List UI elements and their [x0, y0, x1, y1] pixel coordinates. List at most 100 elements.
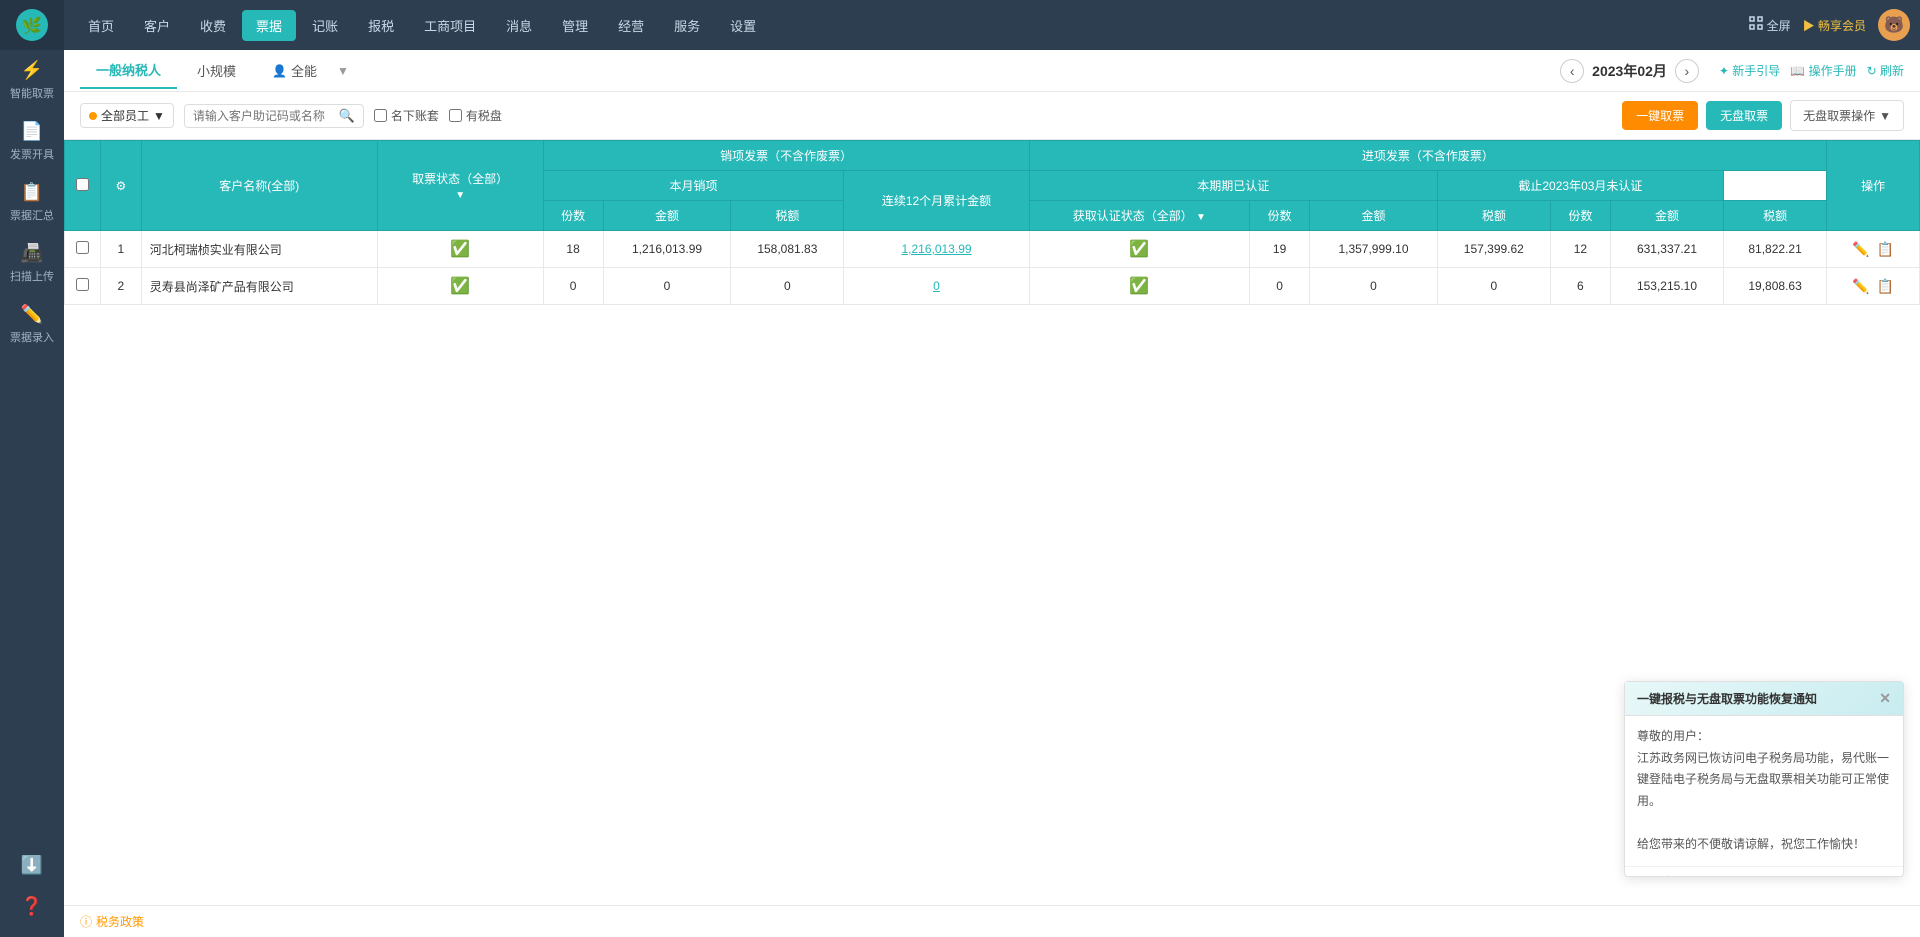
notification-header: 一键报税与无盘取票功能恢复通知 ✕: [1625, 682, 1903, 716]
topnav-service[interactable]: 服务: [660, 10, 714, 41]
tab-small[interactable]: 小规模: [181, 53, 252, 88]
topnav-business[interactable]: 工商项目: [410, 10, 490, 41]
table-row: 2 灵寿县尚泽矿产品有限公司 ✅ 0 0 0 0 ✅ 0 0 0 6 153,2…: [65, 268, 1920, 305]
topnav-invoice[interactable]: 票据: [242, 10, 296, 41]
sidebar-item-smart-fetch[interactable]: ⚡ 智能取票: [0, 50, 64, 111]
refresh-btn[interactable]: ↻ 刷新: [1867, 62, 1904, 79]
fax-icon: 📠: [21, 243, 43, 264]
topnav-manage[interactable]: 管理: [548, 10, 602, 41]
th-count3: 份数: [1550, 201, 1610, 231]
guide-btn[interactable]: ✦ 新手引导: [1719, 62, 1780, 79]
row-no: 1: [101, 231, 142, 268]
tab-all-icon: 👤: [272, 64, 287, 78]
sidebar-item-invoice-open[interactable]: 📄 发票开具: [0, 111, 64, 172]
th-settings: ⚙: [101, 141, 142, 231]
employee-select[interactable]: 全部员工 ▼: [80, 103, 174, 128]
tab-general[interactable]: 一般纳税人: [80, 52, 177, 89]
topnav-message[interactable]: 消息: [492, 10, 546, 41]
row-uncert-tax: 81,822.21: [1723, 231, 1826, 268]
row-checkbox[interactable]: [76, 278, 89, 291]
clipboard-icon: 📋: [21, 182, 43, 203]
tab-more-btn[interactable]: ▼: [337, 64, 349, 78]
prev-month-btn[interactable]: ‹: [1560, 59, 1584, 83]
row-cert-amount: 1,357,999.10: [1310, 231, 1438, 268]
topnav-operation[interactable]: 经营: [604, 10, 658, 41]
row-actions: ✏️ 📋: [1827, 268, 1920, 305]
tab-bar: 一般纳税人 小规模 👤 全能 ▼ ‹ 2023年02月 › ✦ 新手引导 📖: [64, 50, 1920, 92]
sidebar-item-download[interactable]: ⬇️: [0, 845, 64, 886]
sidebar-item-data-entry[interactable]: ✏️ 票据录入: [0, 294, 64, 355]
row-uncert-count: 6: [1550, 268, 1610, 305]
sidebar-item-invoice-summary[interactable]: 📋 票据汇总: [0, 172, 64, 233]
topnav-tax[interactable]: 报税: [354, 10, 408, 41]
row-checkbox-cell: [65, 231, 101, 268]
detail-icon[interactable]: 📋: [1877, 278, 1894, 294]
pencil-icon: ✏️: [21, 304, 43, 325]
sidebar-item-scan-upload[interactable]: 📠 扫描上传: [0, 233, 64, 294]
tax-policy-link[interactable]: ⓘ 税务政策: [80, 913, 144, 930]
checkbox-taxpad[interactable]: 有税盘: [449, 107, 502, 124]
row-checkbox[interactable]: [76, 241, 89, 254]
row-uncert-count: 12: [1550, 231, 1610, 268]
topnav-items: 首页 客户 收费 票据 记账 报税 工商项目 消息 管理 经营 服务 设置: [74, 10, 1749, 41]
sidebar-item-help[interactable]: ❓: [0, 886, 64, 927]
topnav-billing[interactable]: 收费: [186, 10, 240, 41]
help-icon: ❓: [21, 896, 43, 917]
th-count2: 份数: [1250, 201, 1310, 231]
topnav-settings[interactable]: 设置: [716, 10, 770, 41]
tab-all[interactable]: 👤 全能: [256, 53, 333, 88]
topnav-client[interactable]: 客户: [130, 10, 184, 41]
fullscreen-btn[interactable]: 全屏: [1749, 16, 1790, 34]
no-disk-btn[interactable]: 无盘取票: [1706, 101, 1782, 130]
checkbox-account[interactable]: 名下账套: [374, 107, 439, 124]
row-month-amount: 0: [603, 268, 731, 305]
toolbar-right: 一键取票 无盘取票 无盘取票操作 ▼: [1622, 100, 1904, 131]
th-tax1: 税额: [731, 201, 844, 231]
manual-btn[interactable]: 📖 操作手册: [1790, 62, 1856, 79]
main-table: ⚙ 客户名称(全部) 取票状态（全部） ▼ 销项发票（不含作废票） 进项发票（: [64, 140, 1920, 305]
th-count1: 份数: [543, 201, 603, 231]
sidebar: 🌿 ⚡ 智能取票 📄 发票开具 📋 票据汇总 📠 扫描上传 ✏️ 票据录入 ⬇️…: [0, 0, 64, 937]
row-12month: 0: [844, 268, 1029, 305]
row-month-amount: 1,216,013.99: [603, 231, 731, 268]
notification-close-btn[interactable]: ✕: [1879, 690, 1891, 707]
th-cert-filter[interactable]: ▼: [1196, 212, 1206, 223]
info-icon: ⓘ: [80, 913, 92, 930]
employee-dot: [89, 112, 97, 120]
12month-link[interactable]: 0: [933, 279, 940, 293]
toolbar: 全部员工 ▼ 🔍 名下账套 有税盘 一键取票 无盘取票 无盘取票操作 ▼: [64, 92, 1920, 140]
th-fetch-filter[interactable]: ▼: [455, 190, 465, 201]
select-all-checkbox[interactable]: [76, 178, 89, 191]
topnav-accounting[interactable]: 记账: [298, 10, 352, 41]
search-input[interactable]: [193, 109, 339, 123]
12month-link[interactable]: 1,216,013.99: [901, 242, 971, 256]
checkbox-taxpad-input[interactable]: [449, 109, 462, 122]
member-btn[interactable]: ▶ 畅享会员: [1803, 17, 1866, 34]
bottom-bar: ⓘ 税务政策: [64, 905, 1920, 937]
th-action: 操作: [1827, 141, 1920, 231]
row-cert-tax: 157,399.62: [1437, 231, 1550, 268]
row-uncert-tax: 19,808.63: [1723, 268, 1826, 305]
fetch-status-icon: ✅: [450, 278, 470, 295]
row-fetch-status: ✅: [377, 231, 543, 268]
topnav-home[interactable]: 首页: [74, 10, 128, 41]
notification-scroll[interactable]: 尊敬的用户： 江苏政务网已恢访问电子税务局功能，易代账一键登陆电子税务局与无盘取…: [1625, 716, 1903, 876]
notification-panel: 一键报税与无盘取票功能恢复通知 ✕ 尊敬的用户： 江苏政务网已恢访问电子税务局功…: [1624, 681, 1904, 877]
table-row: 1 河北柯瑞桢实业有限公司 ✅ 18 1,216,013.99 158,081.…: [65, 231, 1920, 268]
user-avatar[interactable]: 🐻: [1878, 9, 1910, 41]
one-key-btn[interactable]: 一键取票: [1622, 101, 1698, 130]
checkbox-account-input[interactable]: [374, 109, 387, 122]
edit-icon[interactable]: ✏️: [1852, 278, 1869, 294]
th-amount2: 金额: [1310, 201, 1438, 231]
row-checkbox-cell: [65, 268, 101, 305]
th-cert-status: 获取认证状态（全部） ▼: [1029, 201, 1249, 231]
edit-icon[interactable]: ✏️: [1852, 241, 1869, 257]
detail-icon[interactable]: 📋: [1877, 241, 1894, 257]
no-disk-op-btn[interactable]: 无盘取票操作 ▼: [1790, 100, 1904, 131]
notification-body: 尊敬的用户： 江苏政务网已恢访问电子税务局功能，易代账一键登陆电子税务局与无盘取…: [1625, 716, 1903, 866]
next-month-btn[interactable]: ›: [1675, 59, 1699, 83]
th-checkbox: [65, 141, 101, 231]
search-box: 🔍: [184, 104, 364, 128]
tab-month-nav: ‹ 2023年02月 ›: [1560, 59, 1699, 83]
search-icon[interactable]: 🔍: [339, 108, 355, 124]
